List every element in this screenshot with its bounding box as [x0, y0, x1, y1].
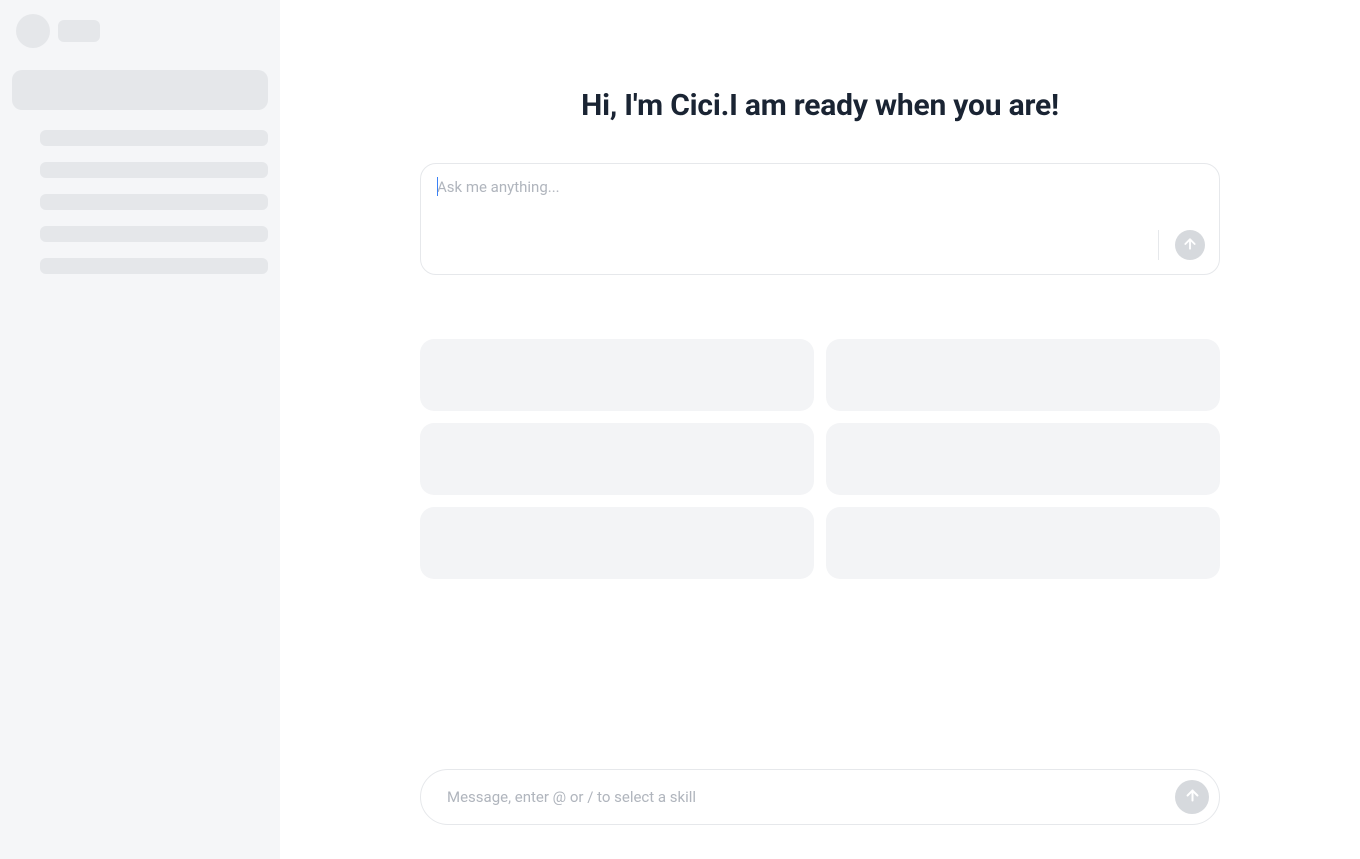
bottom-send-button[interactable] [1175, 780, 1209, 814]
sidebar-item-skeleton [40, 226, 268, 242]
send-button[interactable] [1175, 230, 1205, 260]
suggestion-card-skeleton [420, 339, 814, 411]
message-input[interactable] [447, 788, 1175, 806]
content-wrap: Hi, I'm Cici.I am ready when you are! [420, 0, 1220, 579]
sidebar-header [12, 14, 268, 48]
suggestion-card-skeleton [826, 339, 1220, 411]
text-cursor [437, 177, 438, 196]
sidebar-item-skeleton [40, 258, 268, 274]
bottom-input-container[interactable] [420, 769, 1220, 825]
suggestion-card-skeleton [826, 423, 1220, 495]
input-divider [1158, 230, 1159, 260]
arrow-up-icon [1184, 787, 1201, 807]
sidebar [0, 0, 280, 859]
sidebar-item-skeleton [40, 130, 268, 146]
greeting-title: Hi, I'm Cici.I am ready when you are! [420, 88, 1220, 123]
name-skeleton [58, 20, 100, 42]
main-content: Hi, I'm Cici.I am ready when you are! [280, 0, 1360, 859]
avatar-skeleton [16, 14, 50, 48]
bottom-input-wrap [420, 769, 1220, 825]
arrow-up-icon [1182, 236, 1198, 255]
sidebar-item-skeleton [40, 162, 268, 178]
suggestion-card-skeleton [420, 423, 814, 495]
suggestion-card-skeleton [420, 507, 814, 579]
suggestion-card-skeleton [826, 507, 1220, 579]
main-prompt-input[interactable] [437, 178, 1143, 214]
sidebar-item-skeleton [40, 194, 268, 210]
main-input-container[interactable] [420, 163, 1220, 275]
suggestion-grid [420, 339, 1220, 579]
sidebar-action-skeleton [12, 70, 268, 110]
